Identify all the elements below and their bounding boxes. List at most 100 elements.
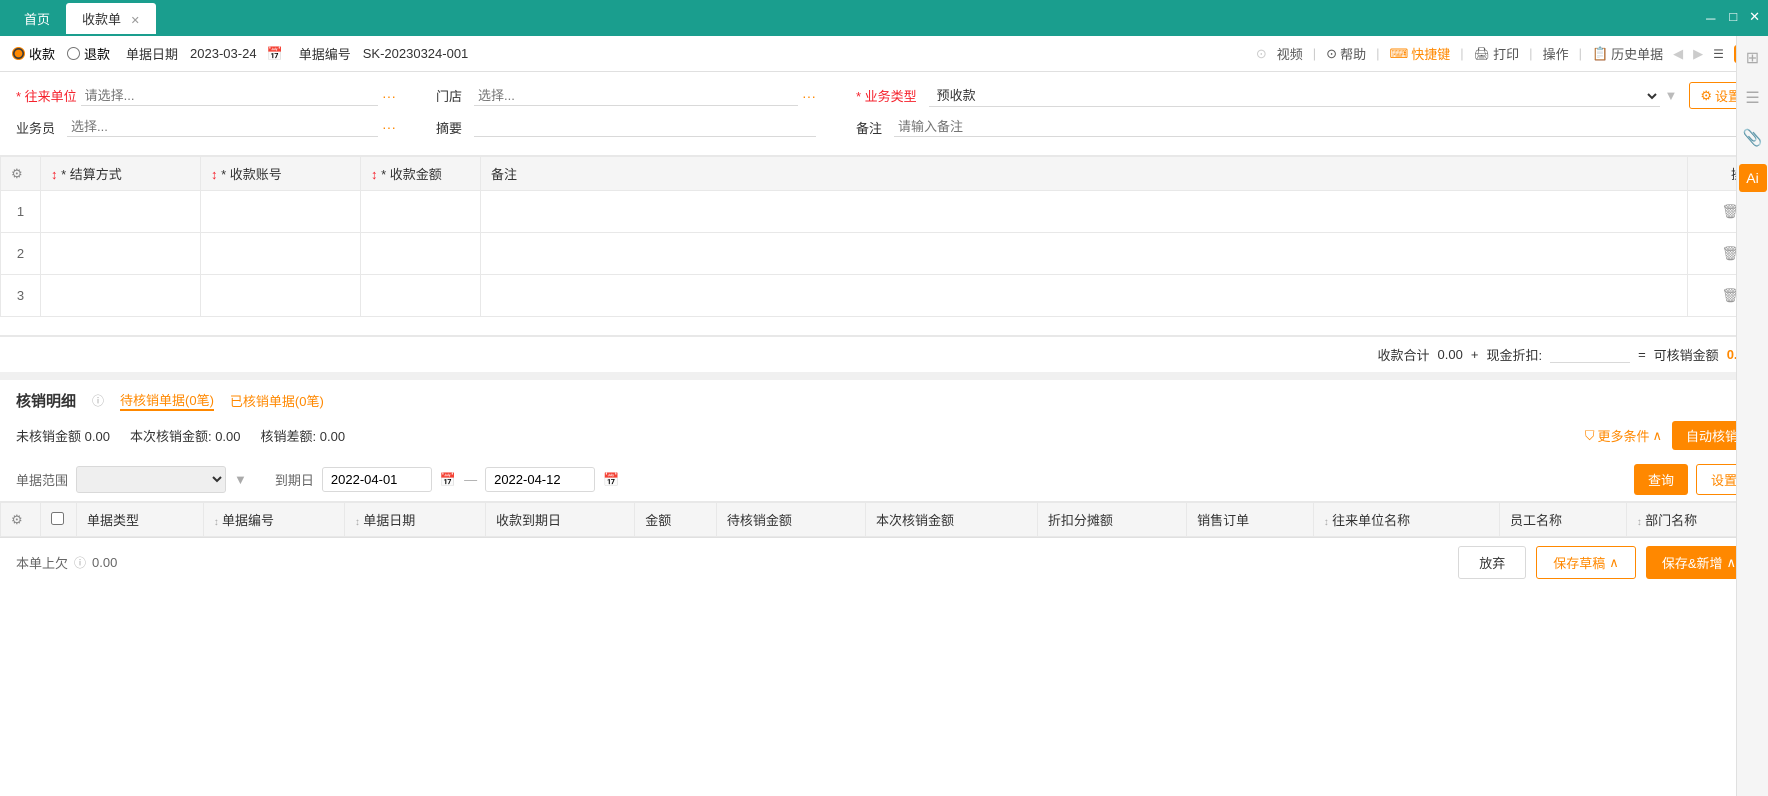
btcol-duedate: 收款到期日	[486, 503, 635, 537]
cell-settlement-3[interactable]	[41, 275, 201, 317]
cell-account-2[interactable]	[201, 233, 361, 275]
col-settlement: ↕ * 结算方式	[41, 157, 201, 191]
cell-note-2[interactable]	[481, 233, 1688, 275]
history-btn[interactable]: 📋 历史单据	[1592, 44, 1663, 63]
summary-input[interactable]	[474, 117, 816, 137]
discount-label: 现金折扣:	[1486, 345, 1542, 364]
operation-btn[interactable]: 操作	[1543, 44, 1569, 63]
salesperson-input[interactable]	[67, 117, 378, 137]
bottom-table-area: ⚙ 单据类型 ↕ 单据编号 ↕	[0, 502, 1768, 537]
btcol-doctype: 单据类型	[77, 503, 204, 537]
receipt-radio[interactable]: 收款	[12, 44, 55, 63]
toolbar-right: ⊙ 视频 | ⊙ 帮助 | ⌨ 快捷键 | 🖨 打印 | 操作 |	[1256, 44, 1756, 63]
sep5: |	[1529, 46, 1532, 61]
sep3: |	[1376, 46, 1379, 61]
footer-left: 本单上欠 ⓘ 0.00	[16, 553, 117, 572]
cell-account-1[interactable]	[201, 191, 361, 233]
more-conditions-button[interactable]: ⛉ 更多条件 ∧	[1585, 426, 1662, 445]
available-label: 可核销金额	[1654, 345, 1719, 364]
bottom-table-gear-icon[interactable]: ⚙	[11, 512, 23, 527]
sidebar-list-icon[interactable]: ☰	[1741, 84, 1763, 112]
calendar-from-icon[interactable]: 📅	[440, 472, 456, 488]
date-field: 单据日期 2023-03-24 📅	[126, 44, 283, 63]
store-input[interactable]	[474, 86, 798, 106]
tab-home[interactable]: 首页	[8, 3, 66, 34]
reconcil-actions: ⛉ 更多条件 ∧ 自动核销	[1585, 421, 1752, 450]
due-date-label: 到期日	[275, 470, 314, 489]
page-footer: 本单上欠 ⓘ 0.00 放弃 保存草稿 ∧ 保存&新增 ∧	[0, 537, 1768, 587]
refund-radio-input[interactable]	[67, 47, 80, 60]
save-new-chevron-icon: ∧	[1726, 555, 1736, 571]
video-btn[interactable]: 视频	[1277, 44, 1303, 63]
range-dropdown-chevron: ▼	[234, 472, 247, 487]
cell-amount-1[interactable]	[361, 191, 481, 233]
list-view-btn[interactable]: ☰	[1713, 47, 1724, 61]
store-more-icon[interactable]: ···	[802, 88, 816, 104]
col-amount: ↕ * 收款金额	[361, 157, 481, 191]
date-calendar-icon[interactable]: 📅	[267, 46, 283, 62]
discard-button[interactable]: 放弃	[1458, 546, 1526, 579]
this-form-value: 0.00	[92, 555, 117, 570]
cell-amount-2[interactable]	[361, 233, 481, 275]
main-table: ⚙ ↕ * 结算方式 ↕ * 收款账号 ↕ * 收款金额	[0, 156, 1768, 317]
tab-receipt[interactable]: 收款单 ✕	[66, 3, 156, 34]
help-btn[interactable]: ⊙ 帮助	[1326, 44, 1366, 63]
sep4: |	[1460, 46, 1463, 61]
note-field: 备注	[856, 117, 1752, 137]
due-date-from-input[interactable]	[322, 467, 432, 492]
counterpart-more-icon[interactable]: ···	[382, 88, 396, 104]
cell-note-1[interactable]	[481, 191, 1688, 233]
print-btn[interactable]: 🖨 打印	[1474, 44, 1520, 63]
bottom-table: ⚙ 单据类型 ↕ 单据编号 ↕	[0, 502, 1768, 537]
select-all-checkbox[interactable]	[51, 512, 64, 525]
close-icon[interactable]: ✕	[1749, 9, 1760, 28]
range-select[interactable]	[76, 466, 226, 493]
cell-amount-3[interactable]	[361, 275, 481, 317]
salesperson-more-icon[interactable]: ···	[382, 119, 396, 135]
btcol-pending: 待核销金额	[716, 503, 865, 537]
table-gear-icon[interactable]: ⚙	[11, 166, 23, 181]
completed-tab[interactable]: 已核销单据(0笔)	[230, 391, 324, 410]
range-label: 单据范围	[16, 470, 68, 489]
shortcut-btn[interactable]: ⌨ 快捷键	[1389, 44, 1450, 63]
sidebar-table-icon[interactable]: ⊞	[1742, 44, 1763, 72]
number-label: 单据编号	[299, 44, 351, 63]
cell-settlement-2[interactable]	[41, 233, 201, 275]
reconcil-header: 核销明细 ⓘ 待核销单据(0笔) 已核销单据(0笔)	[0, 380, 1768, 417]
query-button[interactable]: 查询	[1634, 464, 1688, 495]
note-input[interactable]	[894, 117, 1752, 137]
business-type-select[interactable]: 预收款	[929, 85, 1661, 107]
discount-input[interactable]	[1550, 347, 1630, 363]
save-draft-button[interactable]: 保存草稿 ∧	[1536, 546, 1636, 579]
cell-note-3[interactable]	[481, 275, 1688, 317]
business-type-field: * 业务类型 预收款 ▼ ⚙ 设置	[856, 82, 1752, 109]
row-num-2: 2	[1, 233, 41, 275]
sidebar-chat-icon[interactable]: Ai	[1739, 164, 1767, 192]
top-toolbar: 收款 退款 单据日期 2023-03-24 📅 单据编号 SK-20230324…	[0, 36, 1768, 72]
tab-close-icon[interactable]: ✕	[131, 15, 140, 27]
calendar-to-icon[interactable]: 📅	[603, 472, 619, 488]
pending-tab[interactable]: 待核销单据(0笔)	[120, 390, 214, 411]
receipt-type-group: 收款 退款	[12, 44, 110, 63]
chevron-up-icon: ∧	[1652, 428, 1662, 444]
main-content: 收款 退款 单据日期 2023-03-24 📅 单据编号 SK-20230324…	[0, 36, 1768, 796]
business-type-label: * 业务类型	[856, 86, 917, 105]
refund-radio[interactable]: 退款	[67, 44, 110, 63]
plus-label: +	[1471, 347, 1479, 362]
reconcil-toolbar-actions: 查询 设置	[1634, 464, 1752, 495]
receipt-radio-input[interactable]	[12, 47, 25, 60]
cell-settlement-1[interactable]	[41, 191, 201, 233]
number-field: 单据编号 SK-20230324-001	[299, 44, 469, 63]
cell-account-3[interactable]	[201, 275, 361, 317]
sidebar-attachment-icon[interactable]: 📎	[1739, 124, 1767, 152]
this-form-label: 本单上欠	[16, 553, 68, 572]
info-icon[interactable]: ⓘ	[92, 392, 104, 409]
minimize-icon[interactable]: －	[1704, 9, 1717, 28]
summary-field: 摘要	[436, 117, 816, 137]
counterpart-input[interactable]	[81, 86, 378, 106]
sep8: ▶	[1693, 46, 1703, 62]
due-date-to-input[interactable]	[485, 467, 595, 492]
reconcil-toolbar: 单据范围 ▼ 到期日 📅 — 📅 查询 设置	[0, 458, 1768, 502]
footer-info-icon[interactable]: ⓘ	[74, 554, 86, 571]
maximize-icon[interactable]: □	[1729, 9, 1737, 28]
